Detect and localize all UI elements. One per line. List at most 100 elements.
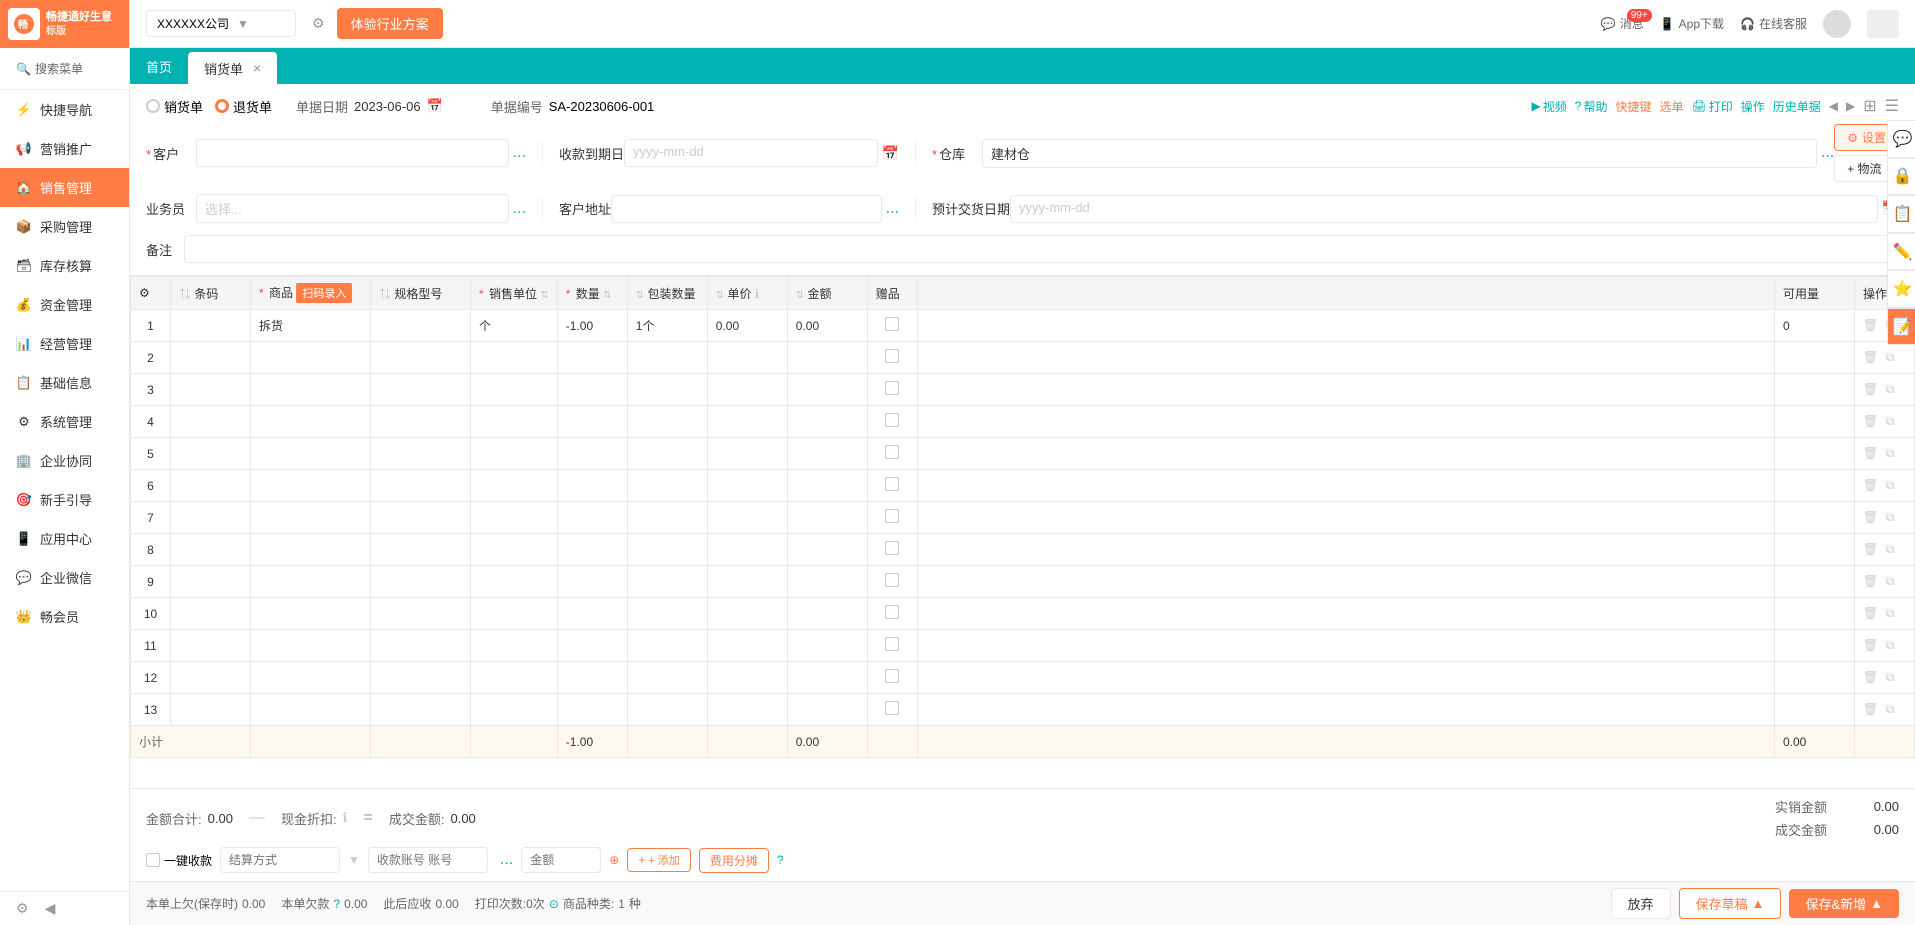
trial-btn[interactable]: 体验行业方案	[337, 8, 443, 39]
cell-qty[interactable]	[557, 342, 627, 374]
right-btn-clipboard[interactable]: 📋	[1887, 195, 1915, 233]
cell-pack[interactable]: 1个	[627, 310, 707, 342]
date-value[interactable]: 2023-06-06	[354, 99, 421, 114]
save-new-btn[interactable]: 保存&新增 ▲	[1789, 889, 1899, 918]
radio-sale[interactable]: 销货单	[146, 97, 203, 116]
sidebar-item-wechat[interactable]: 💬 企业微信	[0, 558, 129, 597]
cell-qty[interactable]	[557, 406, 627, 438]
cell-gift[interactable]	[867, 662, 917, 694]
payment-calendar-icon[interactable]: 📅	[882, 145, 899, 162]
cell-pack[interactable]	[627, 534, 707, 566]
delete-icon[interactable]: 🗑	[1863, 510, 1878, 524]
cell-qty[interactable]	[557, 566, 627, 598]
sidebar-item-quick-nav[interactable]: ⚡ 快捷导航	[0, 90, 129, 129]
cell-product[interactable]	[251, 566, 371, 598]
delete-icon[interactable]: 🗑	[1863, 446, 1878, 460]
cell-unit[interactable]	[471, 374, 558, 406]
cell-price[interactable]	[707, 534, 787, 566]
cell-pack[interactable]	[627, 502, 707, 534]
customer-dots[interactable]: ...	[513, 144, 526, 162]
cell-qty[interactable]	[557, 630, 627, 662]
cell-amount[interactable]	[787, 662, 867, 694]
sidebar-item-newbie[interactable]: 🎯 新手引导	[0, 480, 129, 519]
header-gear-icon[interactable]: ⚙	[312, 15, 325, 32]
delete-icon[interactable]: 🗑	[1863, 542, 1878, 556]
cell-unit[interactable]	[471, 630, 558, 662]
cell-product[interactable]	[251, 694, 371, 726]
cell-unit[interactable]	[471, 342, 558, 374]
tab-home[interactable]: 首页	[130, 48, 188, 84]
cell-spec[interactable]	[371, 502, 471, 534]
cell-barcode[interactable]	[171, 406, 251, 438]
cell-amount[interactable]: 0.00	[787, 310, 867, 342]
cell-product[interactable]	[251, 406, 371, 438]
cell-unit[interactable]	[471, 438, 558, 470]
copy-icon[interactable]: ⧉	[1886, 510, 1895, 524]
cell-product[interactable]	[251, 534, 371, 566]
cell-qty[interactable]	[557, 534, 627, 566]
cell-pack[interactable]	[627, 662, 707, 694]
cell-spec[interactable]	[371, 566, 471, 598]
cell-price[interactable]	[707, 630, 787, 662]
cell-qty[interactable]	[557, 374, 627, 406]
amount-add-icon[interactable]: ⊕	[609, 853, 619, 867]
operate-link[interactable]: 操作	[1741, 98, 1765, 115]
salesperson-dots[interactable]: ...	[513, 200, 526, 218]
cell-unit[interactable]	[471, 534, 558, 566]
cell-pack[interactable]	[627, 342, 707, 374]
cell-gift[interactable]	[867, 566, 917, 598]
copy-icon[interactable]: ⧉	[1886, 606, 1895, 620]
cell-product[interactable]	[251, 470, 371, 502]
right-btn-star[interactable]: ⭐	[1887, 270, 1915, 308]
right-btn-edit[interactable]: ✏️	[1887, 233, 1915, 271]
delete-icon[interactable]: 🗑	[1863, 702, 1878, 716]
cell-spec[interactable]	[371, 662, 471, 694]
online-service-btn[interactable]: 🎧 在线客服	[1740, 15, 1807, 32]
copy-icon[interactable]: ⧉	[1886, 446, 1895, 460]
cell-price[interactable]	[707, 662, 787, 694]
cell-gift[interactable]	[867, 438, 917, 470]
cell-pack[interactable]	[627, 406, 707, 438]
select-link[interactable]: 选单	[1659, 98, 1683, 115]
cell-price[interactable]	[707, 406, 787, 438]
help-link[interactable]: ? 帮助	[1575, 98, 1608, 115]
delete-icon[interactable]: 🗑	[1863, 606, 1878, 620]
cell-amount[interactable]	[787, 566, 867, 598]
cell-amount[interactable]	[787, 342, 867, 374]
notes-input[interactable]	[184, 235, 1899, 263]
cell-barcode[interactable]	[171, 374, 251, 406]
cell-qty[interactable]	[557, 470, 627, 502]
warehouse-dots[interactable]: ...	[1821, 144, 1834, 162]
user-avatar[interactable]	[1823, 10, 1851, 38]
calc-method-input[interactable]	[220, 847, 340, 873]
shortcut-link[interactable]: 快捷键	[1615, 98, 1651, 115]
cell-product[interactable]	[251, 374, 371, 406]
cell-barcode[interactable]	[171, 630, 251, 662]
warehouse-input[interactable]: 建材仓	[982, 139, 1817, 168]
right-btn-orange[interactable]: 📝	[1887, 308, 1915, 346]
delivery-date-input[interactable]: yyyy-mm-dd	[1010, 195, 1878, 223]
company-selector[interactable]: XXXXXX公司 ▼	[146, 10, 296, 37]
user-menu-btn[interactable]	[1867, 10, 1899, 38]
add-payment-btn[interactable]: + + 添加	[627, 848, 691, 872]
cell-price[interactable]	[707, 566, 787, 598]
delete-icon[interactable]: 🗑	[1863, 414, 1878, 428]
customer-addr-input[interactable]	[611, 195, 882, 223]
cell-product[interactable]: 拆货	[251, 310, 371, 342]
cell-amount[interactable]	[787, 406, 867, 438]
cell-qty[interactable]	[557, 598, 627, 630]
cell-pack[interactable]	[627, 566, 707, 598]
collapse-icon[interactable]: ◀	[45, 900, 56, 917]
cell-spec[interactable]	[371, 310, 471, 342]
cell-amount[interactable]	[787, 374, 867, 406]
cell-price[interactable]	[707, 598, 787, 630]
cell-barcode[interactable]	[171, 694, 251, 726]
cell-amount[interactable]	[787, 438, 867, 470]
grid-view-icon[interactable]: ⊞	[1863, 96, 1876, 116]
sidebar-item-member[interactable]: 👑 畅会员	[0, 597, 129, 636]
sidebar-item-app-center[interactable]: 📱 应用中心	[0, 519, 129, 558]
cell-price[interactable]	[707, 374, 787, 406]
cell-amount[interactable]	[787, 598, 867, 630]
cell-price[interactable]	[707, 694, 787, 726]
cell-barcode[interactable]	[171, 534, 251, 566]
